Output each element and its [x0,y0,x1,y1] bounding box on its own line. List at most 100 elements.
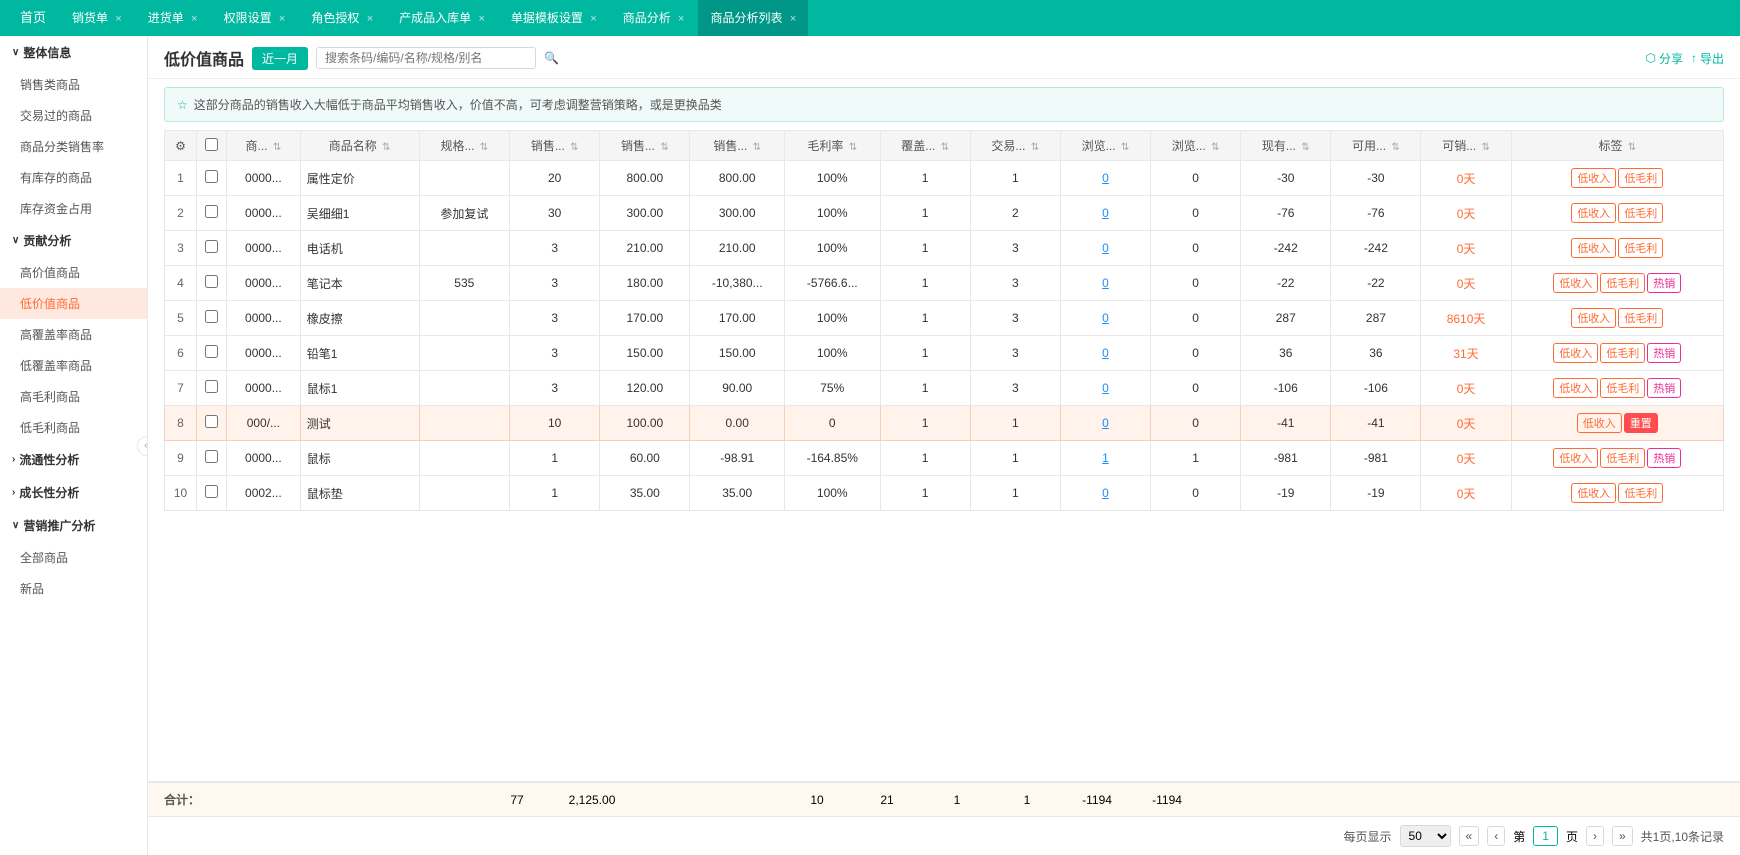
sidebar-section-growth-title[interactable]: › 成长性分析 [0,476,147,509]
search-icon[interactable]: 🔍 [544,51,559,65]
sort-saleable-icon[interactable]: ⇅ [1482,142,1490,153]
row-browse1-9[interactable]: 1 [1060,441,1150,476]
sidebar-section-contribution-title[interactable]: ∨ 贡献分析 [0,224,147,257]
row-num-10: 10 [165,476,197,511]
sidebar: « ∨ 整体信息 销售类商品 交易过的商品 商品分类销售率 有库存的商品 库存资… [0,36,148,855]
sort-available-icon[interactable]: ⇅ [1391,142,1399,153]
sort-cover-icon[interactable]: ⇅ [941,142,949,153]
sidebar-item-low-coverage[interactable]: 低覆盖率商品 [0,350,147,381]
row-browse1-1[interactable]: 0 [1060,161,1150,196]
close-permission[interactable]: × [279,13,285,25]
sidebar-item-sales-products[interactable]: 销售类商品 [0,69,147,100]
close-inbound[interactable]: × [478,13,484,25]
next-page-btn[interactable]: › [1586,826,1604,846]
close-template[interactable]: × [590,13,596,25]
filter-recent-month-btn[interactable]: 近一月 [252,47,308,70]
per-page-select[interactable]: 50 100 200 [1400,825,1451,847]
sort-browse2-icon[interactable]: ⇅ [1211,142,1219,153]
row-browse1-5[interactable]: 0 [1060,301,1150,336]
sort-name-icon[interactable]: ⇅ [382,142,390,153]
last-page-btn[interactable]: » [1612,826,1633,846]
close-sales-order[interactable]: × [115,13,121,25]
nav-home[interactable]: 首页 [8,0,58,36]
row-select-5[interactable] [205,310,218,323]
sidebar-item-high-coverage[interactable]: 高覆盖率商品 [0,319,147,350]
close-purchase-order[interactable]: × [191,13,197,25]
row-select-10[interactable] [205,485,218,498]
export-button[interactable]: ↑ 导出 [1691,50,1724,67]
row-checkbox-3[interactable] [197,231,227,266]
row-select-7[interactable] [205,380,218,393]
th-settings[interactable]: ⚙ [165,131,197,161]
nav-permission-settings[interactable]: 权限设置 × [212,0,298,36]
row-select-1[interactable] [205,170,218,183]
row-checkbox-6[interactable] [197,336,227,371]
row-checkbox-2[interactable] [197,196,227,231]
row-checkbox-4[interactable] [197,266,227,301]
sort-trade-icon[interactable]: ⇅ [1031,142,1039,153]
row-checkbox-8[interactable] [197,406,227,441]
row-select-3[interactable] [205,240,218,253]
search-input[interactable] [316,47,536,69]
row-sale1-8: 10 [510,406,600,441]
sort-tags-icon[interactable]: ⇅ [1628,142,1636,153]
close-analysis[interactable]: × [678,13,684,25]
share-button[interactable]: ⬡ 分享 [1645,50,1683,67]
row-select-9[interactable] [205,450,218,463]
nav-product-analysis-list[interactable]: 商品分析列表 × [698,0,808,36]
nav-product-inbound[interactable]: 产成品入库单 × [387,0,497,36]
sort-browse1-icon[interactable]: ⇅ [1121,142,1129,153]
row-browse1-6[interactable]: 0 [1060,336,1150,371]
row-checkbox-7[interactable] [197,371,227,406]
sort-margin-icon[interactable]: ⇅ [849,142,857,153]
row-select-8[interactable] [205,415,218,428]
row-select-2[interactable] [205,205,218,218]
row-browse1-2[interactable]: 0 [1060,196,1150,231]
sidebar-item-stock-capital[interactable]: 库存资金占用 [0,193,147,224]
row-browse1-8[interactable]: 0 [1060,406,1150,441]
sidebar-item-low-value[interactable]: 低价值商品 [0,288,147,319]
row-cover-10: 1 [880,476,970,511]
row-browse1-3[interactable]: 0 [1060,231,1150,266]
sidebar-item-high-margin[interactable]: 高毛利商品 [0,381,147,412]
sort-current-icon[interactable]: ⇅ [1301,142,1309,153]
sort-sale2-icon[interactable]: ⇅ [660,142,668,153]
row-checkbox-10[interactable] [197,476,227,511]
close-role[interactable]: × [367,13,373,25]
first-page-btn[interactable]: « [1459,826,1480,846]
sort-code-icon[interactable]: ⇅ [273,142,281,153]
row-select-6[interactable] [205,345,218,358]
sort-sale3-icon[interactable]: ⇅ [753,142,761,153]
sidebar-item-new-products[interactable]: 新品 [0,573,147,604]
row-select-4[interactable] [205,275,218,288]
sidebar-item-traded-products[interactable]: 交易过的商品 [0,100,147,131]
sidebar-item-stocked-products[interactable]: 有库存的商品 [0,162,147,193]
sidebar-section-marketing-title[interactable]: ∨ 营销推广分析 [0,509,147,542]
row-browse1-7[interactable]: 0 [1060,371,1150,406]
row-current-1: -30 [1241,161,1331,196]
sidebar-item-category-sales-rate[interactable]: 商品分类销售率 [0,131,147,162]
prev-page-btn[interactable]: ‹ [1487,826,1505,846]
select-all-checkbox[interactable] [205,138,218,151]
row-checkbox-5[interactable] [197,301,227,336]
nav-sales-order[interactable]: 销货单 × [60,0,134,36]
nav-role-auth[interactable]: 角色授权 × [299,0,385,36]
sidebar-item-all-products[interactable]: 全部商品 [0,542,147,573]
row-browse1-4[interactable]: 0 [1060,266,1150,301]
row-browse1-10[interactable]: 0 [1060,476,1150,511]
sidebar-item-high-value[interactable]: 高价值商品 [0,257,147,288]
sidebar-item-low-margin[interactable]: 低毛利商品 [0,412,147,443]
info-text: 这部分商品的销售收入大幅低于商品平均销售收入，价值不高，可考虑调整营销策略，或是… [194,96,722,113]
nav-order-template[interactable]: 单据模板设置 × [499,0,609,36]
row-cover-3: 1 [880,231,970,266]
sidebar-section-circulation-title[interactable]: › 流通性分析 [0,443,147,476]
nav-purchase-order[interactable]: 进货单 × [136,0,210,36]
sort-spec-icon[interactable]: ⇅ [480,142,488,153]
close-analysis-list[interactable]: × [790,13,796,25]
sort-sale1-icon[interactable]: ⇅ [570,142,578,153]
row-checkbox-9[interactable] [197,441,227,476]
row-checkbox-1[interactable] [197,161,227,196]
nav-product-analysis[interactable]: 商品分析 × [611,0,697,36]
sidebar-section-overall-title[interactable]: ∨ 整体信息 [0,36,147,69]
export-icon: ↑ [1691,51,1697,65]
